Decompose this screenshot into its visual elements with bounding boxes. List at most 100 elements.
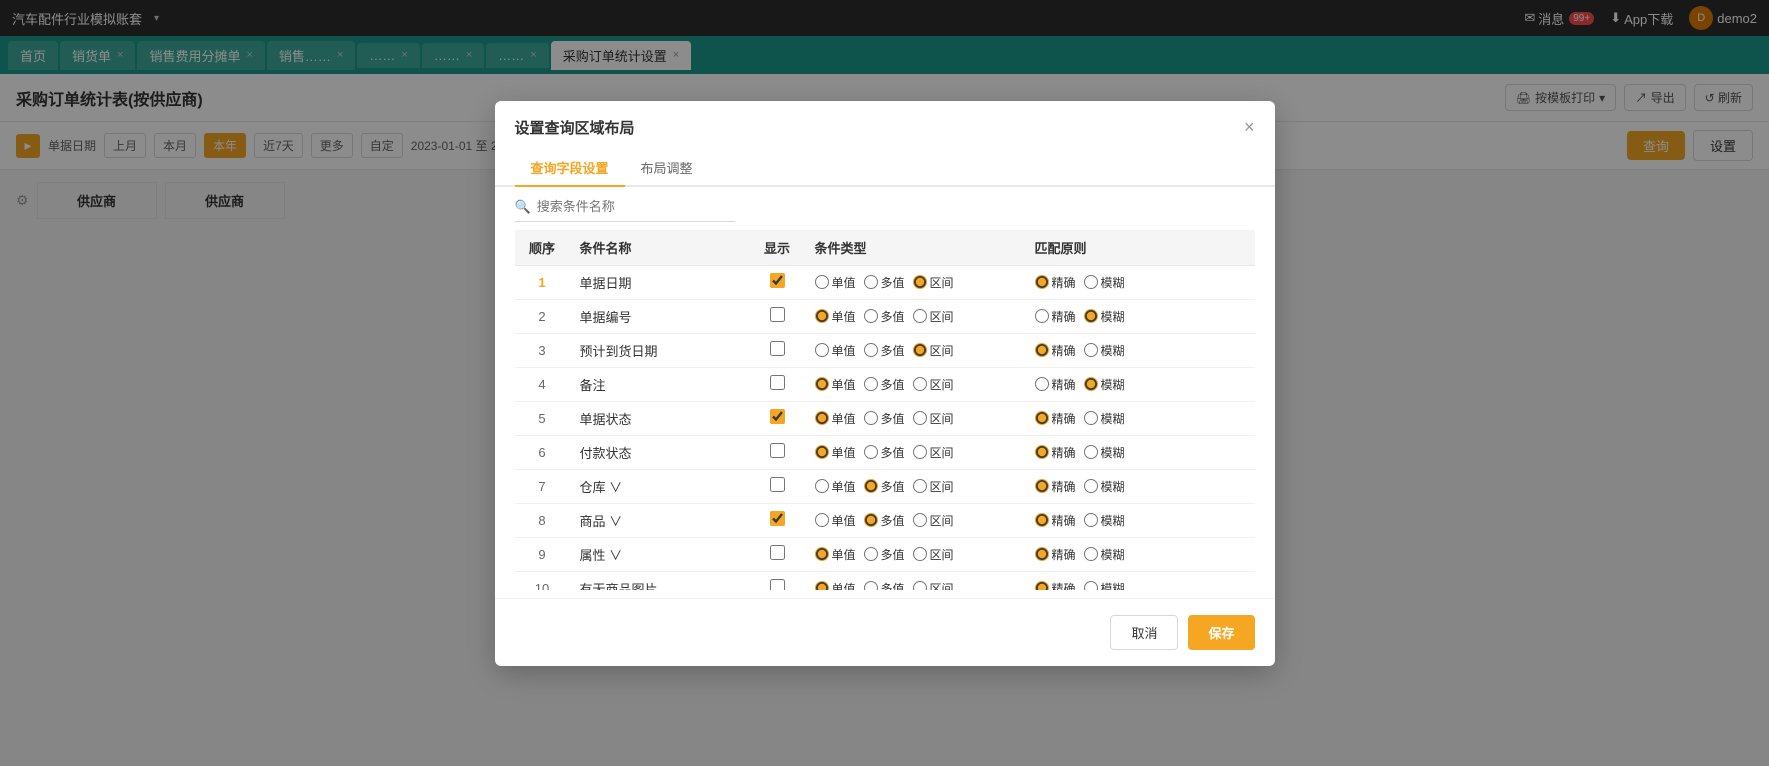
match-radio-label[interactable]: 精确 — [1035, 410, 1076, 427]
type-radio[interactable] — [815, 377, 829, 391]
match-radio[interactable] — [1084, 377, 1098, 391]
type-radio-label[interactable]: 多值 — [864, 410, 905, 427]
type-radio[interactable] — [815, 547, 829, 561]
type-radio[interactable] — [913, 513, 927, 527]
match-radio[interactable] — [1035, 275, 1049, 289]
type-radio-label[interactable]: 单值 — [815, 512, 856, 529]
type-radio-label[interactable]: 单值 — [815, 308, 856, 325]
type-radio[interactable] — [815, 275, 829, 289]
type-radio-label[interactable]: 区间 — [913, 308, 954, 325]
type-radio-label[interactable]: 单值 — [815, 274, 856, 291]
cancel-button[interactable]: 取消 — [1110, 615, 1178, 650]
match-radio[interactable] — [1035, 445, 1049, 459]
save-button[interactable]: 保存 — [1188, 615, 1254, 650]
type-radio-label[interactable]: 多值 — [864, 546, 905, 563]
display-checkbox[interactable] — [770, 341, 785, 356]
match-radio-label[interactable]: 模糊 — [1084, 478, 1125, 495]
type-radio[interactable] — [913, 445, 927, 459]
modal-close-button[interactable]: × — [1244, 118, 1255, 136]
match-radio[interactable] — [1084, 445, 1098, 459]
search-input[interactable] — [537, 199, 717, 214]
match-radio[interactable] — [1035, 377, 1049, 391]
match-radio-label[interactable]: 精确 — [1035, 376, 1076, 393]
match-radio[interactable] — [1035, 547, 1049, 561]
match-radio[interactable] — [1035, 309, 1049, 323]
type-radio[interactable] — [864, 445, 878, 459]
match-radio[interactable] — [1084, 547, 1098, 561]
match-radio[interactable] — [1035, 581, 1049, 590]
type-radio-label[interactable]: 单值 — [815, 342, 856, 359]
match-radio-label[interactable]: 精确 — [1035, 274, 1076, 291]
type-radio-label[interactable]: 多值 — [864, 444, 905, 461]
type-radio-label[interactable]: 单值 — [815, 546, 856, 563]
match-radio-label[interactable]: 模糊 — [1084, 580, 1125, 590]
type-radio-label[interactable]: 单值 — [815, 376, 856, 393]
match-radio-label[interactable]: 精确 — [1035, 308, 1076, 325]
match-radio-label[interactable]: 模糊 — [1084, 444, 1125, 461]
type-radio-label[interactable]: 多值 — [864, 308, 905, 325]
type-radio[interactable] — [913, 479, 927, 493]
type-radio-label[interactable]: 区间 — [913, 546, 954, 563]
type-radio-label[interactable]: 单值 — [815, 580, 856, 590]
match-radio[interactable] — [1084, 275, 1098, 289]
type-radio-label[interactable]: 多值 — [864, 274, 905, 291]
modal-overlay[interactable]: 设置查询区域布局 × 查询字段设置 布局调整 🔍 顺序 — [0, 0, 1769, 766]
type-radio-label[interactable]: 多值 — [864, 512, 905, 529]
type-radio-label[interactable]: 单值 — [815, 444, 856, 461]
match-radio-label[interactable]: 精确 — [1035, 444, 1076, 461]
modal-tab-layout-adjust[interactable]: 布局调整 — [625, 150, 709, 187]
type-radio[interactable] — [913, 411, 927, 425]
match-radio-label[interactable]: 模糊 — [1084, 512, 1125, 529]
display-checkbox[interactable] — [770, 273, 785, 288]
type-radio[interactable] — [864, 309, 878, 323]
match-radio-label[interactable]: 精确 — [1035, 580, 1076, 590]
type-radio[interactable] — [913, 377, 927, 391]
match-radio-label[interactable]: 精确 — [1035, 512, 1076, 529]
type-radio[interactable] — [913, 547, 927, 561]
match-radio[interactable] — [1035, 479, 1049, 493]
match-radio[interactable] — [1035, 343, 1049, 357]
type-radio[interactable] — [864, 411, 878, 425]
match-radio-label[interactable]: 模糊 — [1084, 546, 1125, 563]
type-radio-label[interactable]: 多值 — [864, 376, 905, 393]
type-radio[interactable] — [864, 377, 878, 391]
type-radio-label[interactable]: 区间 — [913, 444, 954, 461]
match-radio[interactable] — [1084, 343, 1098, 357]
type-radio-label[interactable]: 区间 — [913, 274, 954, 291]
type-radio-label[interactable]: 多值 — [864, 580, 905, 590]
type-radio[interactable] — [815, 309, 829, 323]
type-radio-label[interactable]: 单值 — [815, 478, 856, 495]
match-radio-label[interactable]: 模糊 — [1084, 342, 1125, 359]
type-radio-label[interactable]: 区间 — [913, 512, 954, 529]
type-radio[interactable] — [864, 513, 878, 527]
type-radio-label[interactable]: 多值 — [864, 478, 905, 495]
type-radio[interactable] — [864, 343, 878, 357]
type-radio[interactable] — [815, 479, 829, 493]
type-radio[interactable] — [913, 581, 927, 590]
type-radio[interactable] — [864, 479, 878, 493]
display-checkbox[interactable] — [770, 477, 785, 492]
type-radio[interactable] — [815, 513, 829, 527]
type-radio[interactable] — [815, 343, 829, 357]
type-radio[interactable] — [815, 581, 829, 590]
match-radio-label[interactable]: 精确 — [1035, 342, 1076, 359]
type-radio-label[interactable]: 区间 — [913, 478, 954, 495]
display-checkbox[interactable] — [770, 545, 785, 560]
match-radio-label[interactable]: 模糊 — [1084, 308, 1125, 325]
display-checkbox[interactable] — [770, 307, 785, 322]
type-radio-label[interactable]: 区间 — [913, 580, 954, 590]
match-radio[interactable] — [1084, 479, 1098, 493]
display-checkbox[interactable] — [770, 409, 785, 424]
match-radio-label[interactable]: 模糊 — [1084, 410, 1125, 427]
match-radio-label[interactable]: 模糊 — [1084, 376, 1125, 393]
type-radio[interactable] — [913, 309, 927, 323]
display-checkbox[interactable] — [770, 579, 785, 590]
type-radio[interactable] — [815, 411, 829, 425]
match-radio[interactable] — [1084, 309, 1098, 323]
type-radio-label[interactable]: 区间 — [913, 342, 954, 359]
match-radio[interactable] — [1035, 513, 1049, 527]
type-radio-label[interactable]: 区间 — [913, 376, 954, 393]
type-radio-label[interactable]: 多值 — [864, 342, 905, 359]
modal-tab-query-fields[interactable]: 查询字段设置 — [515, 150, 625, 187]
match-radio-label[interactable]: 模糊 — [1084, 274, 1125, 291]
